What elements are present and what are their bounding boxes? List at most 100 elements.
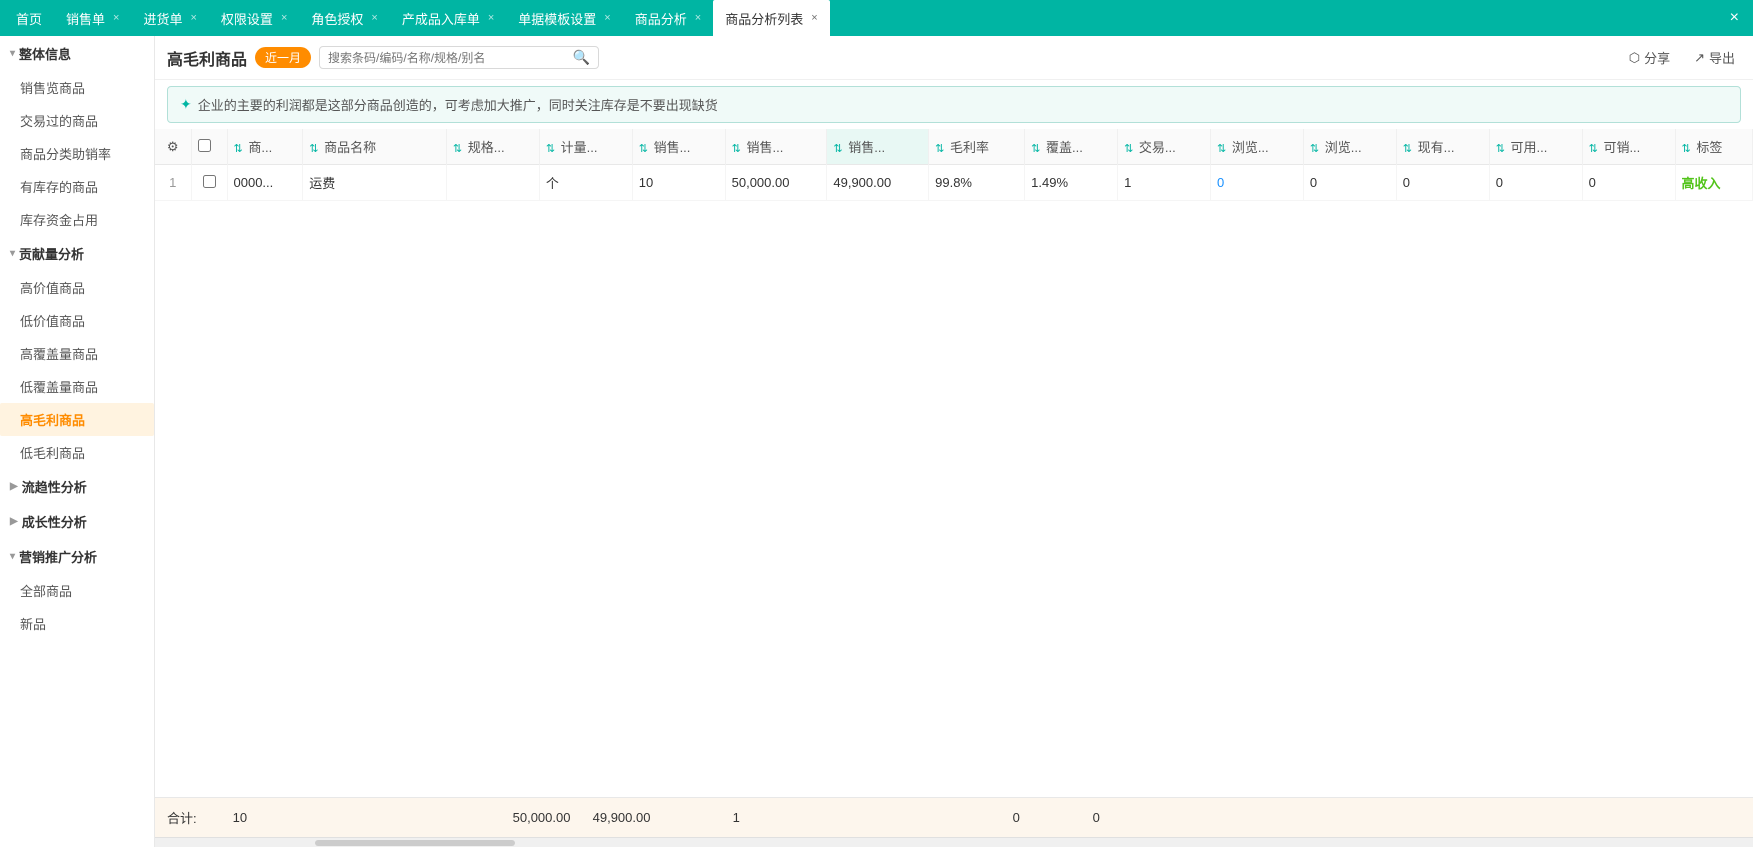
arrow-down-icon: ▾ bbox=[10, 551, 15, 562]
footer-label: 合计: bbox=[167, 808, 197, 827]
bottom-scrollbar[interactable] bbox=[155, 837, 1753, 847]
close-all-button[interactable]: × bbox=[1720, 9, 1749, 27]
th-checkbox bbox=[191, 129, 227, 165]
th-name[interactable]: ⇅ 商品名称 bbox=[303, 129, 447, 165]
th-sale-qty[interactable]: ⇅ 销售... bbox=[632, 129, 725, 165]
sidebar-item-sale-goods[interactable]: 销售览商品 bbox=[0, 71, 154, 104]
nav-roles[interactable]: 角色授权 × bbox=[299, 0, 389, 36]
sidebar-item-low-margin[interactable]: 低毛利商品 bbox=[0, 436, 154, 469]
close-icon[interactable]: × bbox=[811, 12, 817, 24]
sort-icon: ⇅ bbox=[639, 143, 648, 155]
content-header: 高毛利商品 近一月 🔍 ⬡ 分享 ↗ 导出 bbox=[155, 36, 1753, 80]
th-gross-rate[interactable]: ⇅ 毛利率 bbox=[929, 129, 1025, 165]
close-icon[interactable]: × bbox=[604, 12, 610, 24]
close-icon[interactable]: × bbox=[113, 12, 119, 24]
cell-tag: 高收入 bbox=[1675, 165, 1753, 201]
nav-permissions[interactable]: 权限设置 × bbox=[209, 0, 299, 36]
export-button[interactable]: ↗ 导出 bbox=[1688, 44, 1741, 71]
nav-purchase[interactable]: 进货单 × bbox=[131, 0, 208, 36]
cell-unit: 个 bbox=[539, 165, 632, 201]
sidebar-item-category-rate[interactable]: 商品分类助销率 bbox=[0, 137, 154, 170]
th-coverage[interactable]: ⇅ 覆盖... bbox=[1025, 129, 1118, 165]
nav-home[interactable]: 首页 bbox=[4, 0, 54, 36]
close-icon[interactable]: × bbox=[695, 12, 701, 24]
th-sale-profit[interactable]: ⇅ 销售... bbox=[827, 129, 929, 165]
settings-icon: ⚙ bbox=[167, 139, 179, 154]
sort-icon: ⇅ bbox=[309, 143, 318, 155]
filter-recent-month-button[interactable]: 近一月 bbox=[255, 47, 311, 68]
sidebar-item-all-goods[interactable]: 全部商品 bbox=[0, 574, 154, 607]
th-sale-amt[interactable]: ⇅ 销售... bbox=[725, 129, 827, 165]
arrow-right-icon: ▶ bbox=[10, 481, 18, 492]
nav-goods-analysis[interactable]: 商品分析 × bbox=[623, 0, 713, 36]
cell-views2: 0 bbox=[1303, 165, 1396, 201]
sort-icon: ⇅ bbox=[1310, 143, 1319, 155]
sort-icon: ⇅ bbox=[1496, 143, 1505, 155]
th-views1[interactable]: ⇅ 浏览... bbox=[1210, 129, 1303, 165]
sort-icon: ⇅ bbox=[732, 143, 741, 155]
search-icon[interactable]: 🔍 bbox=[573, 49, 590, 66]
sidebar-group-growth[interactable]: ▶ 成长性分析 bbox=[0, 504, 154, 539]
th-trade-times[interactable]: ⇅ 交易... bbox=[1118, 129, 1211, 165]
sidebar-collapse-button[interactable]: « bbox=[154, 422, 155, 462]
nav-product-stock[interactable]: 产成品入库单 × bbox=[390, 0, 506, 36]
cell-name: 运费 bbox=[303, 165, 447, 201]
cell-saleable: 0 bbox=[1582, 165, 1675, 201]
th-code[interactable]: ⇅ 商... bbox=[227, 129, 303, 165]
nav-goods-analysis-list[interactable]: 商品分析列表 × bbox=[713, 0, 829, 36]
sort-icon: ⇅ bbox=[1403, 143, 1412, 155]
row-number: 1 bbox=[155, 165, 191, 201]
sidebar-item-high-coverage[interactable]: 高覆盖量商品 bbox=[0, 337, 154, 370]
table-header-row: ⚙ ⇅ 商... ⇅ 商品名称 bbox=[155, 129, 1753, 165]
th-spec[interactable]: ⇅ 规格... bbox=[446, 129, 539, 165]
scroll-thumb[interactable] bbox=[315, 840, 515, 846]
table-row: 1 0000... 运费 个 10 50,000.00 49,900.00 99… bbox=[155, 165, 1753, 201]
cell-sale-amt: 50,000.00 bbox=[725, 165, 827, 201]
close-icon[interactable]: × bbox=[281, 12, 287, 24]
close-icon[interactable]: × bbox=[371, 12, 377, 24]
sort-icon: ⇅ bbox=[935, 143, 944, 155]
cell-code: 0000... bbox=[227, 165, 303, 201]
footer-trade-times: 1 bbox=[727, 810, 1007, 825]
cell-trade-times: 1 bbox=[1118, 165, 1211, 201]
sidebar-item-traded-goods[interactable]: 交易过的商品 bbox=[0, 104, 154, 137]
sort-icon: ⇅ bbox=[546, 143, 555, 155]
sort-icon: ⇅ bbox=[1217, 143, 1226, 155]
row-select-checkbox[interactable] bbox=[203, 175, 216, 188]
footer-values: 10 50,000.00 49,900.00 1 0 0 bbox=[227, 810, 1167, 825]
share-icon: ⬡ bbox=[1629, 50, 1640, 66]
nav-sales[interactable]: 销售单 × bbox=[54, 0, 131, 36]
th-saleable[interactable]: ⇅ 可销... bbox=[1582, 129, 1675, 165]
sidebar-item-high-margin[interactable]: 高毛利商品 bbox=[0, 403, 154, 436]
th-views2[interactable]: ⇅ 浏览... bbox=[1303, 129, 1396, 165]
th-settings[interactable]: ⚙ bbox=[155, 129, 191, 165]
sidebar-item-low-value[interactable]: 低价值商品 bbox=[0, 304, 154, 337]
arrow-down-icon: ▾ bbox=[10, 248, 15, 259]
cell-views1[interactable]: 0 bbox=[1210, 165, 1303, 201]
sidebar-group-marketing[interactable]: ▾ 营销推广分析 bbox=[0, 539, 154, 574]
th-available[interactable]: ⇅ 可用... bbox=[1489, 129, 1582, 165]
th-tag[interactable]: ⇅ 标签 bbox=[1675, 129, 1753, 165]
select-all-checkbox[interactable] bbox=[198, 139, 211, 152]
search-input[interactable] bbox=[328, 51, 573, 65]
share-button[interactable]: ⬡ 分享 bbox=[1623, 44, 1676, 71]
footer-sale-amt: 50,000.00 bbox=[507, 810, 587, 825]
sidebar-item-in-stock[interactable]: 有库存的商品 bbox=[0, 170, 154, 203]
close-icon[interactable]: × bbox=[190, 12, 196, 24]
sidebar-item-stock-capital[interactable]: 库存资金占用 bbox=[0, 203, 154, 236]
sidebar-group-flow[interactable]: ▶ 流趋性分析 bbox=[0, 469, 154, 504]
sidebar-group-contribution[interactable]: ▾ 贡献量分析 bbox=[0, 236, 154, 271]
cell-sale-qty: 10 bbox=[632, 165, 725, 201]
th-unit[interactable]: ⇅ 计量... bbox=[539, 129, 632, 165]
th-current[interactable]: ⇅ 现有... bbox=[1396, 129, 1489, 165]
sidebar-item-new-goods[interactable]: 新品 bbox=[0, 607, 154, 640]
arrow-right-icon: ▶ bbox=[10, 516, 18, 527]
sidebar-item-low-coverage[interactable]: 低覆盖量商品 bbox=[0, 370, 154, 403]
sidebar-group-overall[interactable]: ▾ 整体信息 bbox=[0, 36, 154, 71]
nav-template[interactable]: 单据模板设置 × bbox=[506, 0, 622, 36]
sidebar-item-high-value[interactable]: 高价值商品 bbox=[0, 271, 154, 304]
sort-icon: ⇅ bbox=[234, 143, 243, 155]
footer-sale-qty: 10 bbox=[227, 810, 507, 825]
sort-icon: ⇅ bbox=[1682, 143, 1691, 155]
close-icon[interactable]: × bbox=[488, 12, 494, 24]
